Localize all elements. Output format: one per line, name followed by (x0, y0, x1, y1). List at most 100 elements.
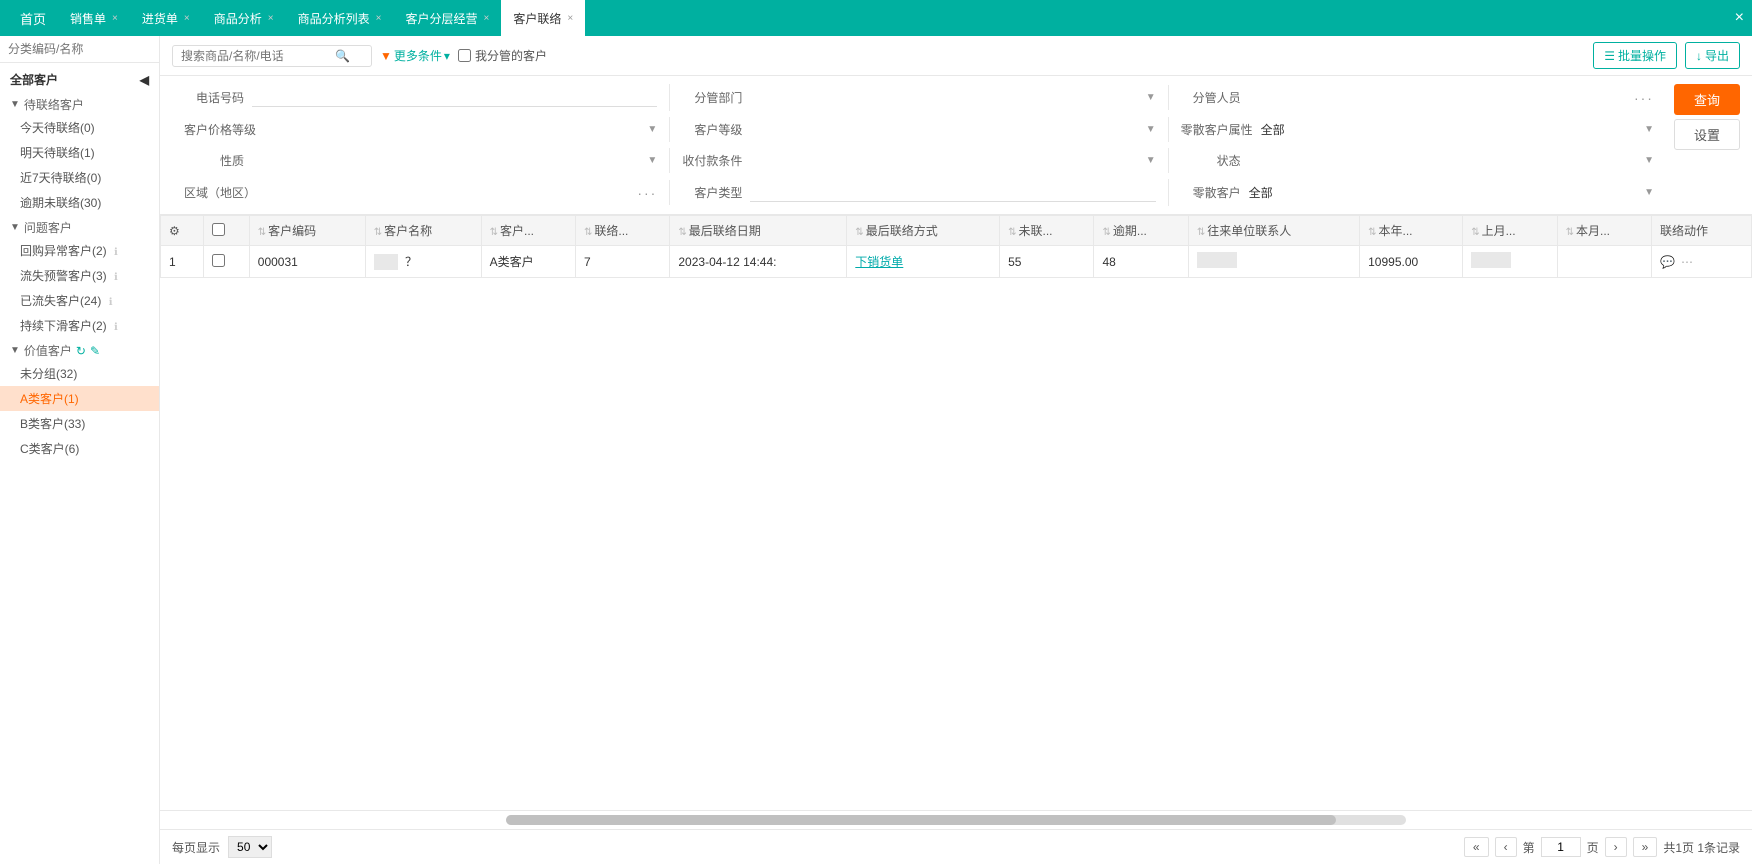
col-level[interactable]: ⇅客户... (481, 216, 575, 246)
close-icon[interactable]: × (567, 13, 573, 24)
close-icon[interactable]: × (268, 13, 274, 24)
sidebar-item-tomorrow[interactable]: 明天待联络(1) (0, 140, 159, 165)
col-checkbox[interactable] (203, 216, 249, 246)
close-all-button[interactable]: × (1735, 9, 1744, 27)
nav-tab-analysis-list[interactable]: 商品分析列表 × (286, 0, 394, 36)
all-customers-header[interactable]: 全部客户 ◀ (0, 63, 159, 92)
retail-customer-select[interactable]: 全部 ▼ (1249, 184, 1654, 201)
sidebar-item-c-class[interactable]: C类客户(6) (0, 436, 159, 461)
triangle-icon: ▼ (10, 99, 20, 110)
nav-home[interactable]: 首页 (8, 9, 58, 28)
page-number-input[interactable] (1541, 837, 1581, 857)
cell-last-method[interactable]: 下销货单 (847, 246, 1000, 278)
select-all-checkbox[interactable] (212, 223, 225, 236)
price-level-select[interactable]: ▼ (264, 124, 657, 135)
sidebar-search-input[interactable] (8, 42, 160, 56)
sort-icon: ⇅ (1368, 227, 1376, 238)
region-select[interactable]: ··· (264, 185, 657, 201)
nav-tab-customer-contact[interactable]: 客户联络 × (501, 0, 585, 36)
col-this-year[interactable]: ⇅本年... (1360, 216, 1463, 246)
sidebar-item-b-class[interactable]: B类客户(33) (0, 411, 159, 436)
nav-tab-analysis[interactable]: 商品分析 × (202, 0, 286, 36)
col-no-contact[interactable]: ⇅未联... (1000, 216, 1094, 246)
export-button[interactable]: ↓ 导出 (1685, 42, 1740, 69)
chevron-down-icon: ▼ (1644, 124, 1654, 135)
cell-contact-person (1188, 246, 1359, 278)
sidebar-item-unclassified[interactable]: 未分组(32) (0, 361, 159, 386)
col-contact-count[interactable]: ⇅联络... (575, 216, 669, 246)
nav-tab-purchase[interactable]: 进货单 × (130, 0, 202, 36)
col-last-month[interactable]: ⇅上月... (1463, 216, 1557, 246)
col-contact-person[interactable]: ⇅往来单位联系人 (1188, 216, 1359, 246)
dept-select[interactable]: ▼ (750, 92, 1155, 103)
my-customers-filter[interactable]: 我分管的客户 (458, 47, 547, 64)
close-icon[interactable]: × (376, 13, 382, 24)
nature-select[interactable]: ▼ (252, 155, 657, 166)
close-icon[interactable]: × (112, 13, 118, 24)
horizontal-scrollbar[interactable] (160, 810, 1752, 829)
cell-no-contact: 55 (1000, 246, 1094, 278)
close-icon[interactable]: × (184, 13, 190, 24)
retail-attr-select[interactable]: 全部 ▼ (1261, 121, 1654, 138)
value-customers-group[interactable]: ▼ 价值客户 ↻ ✎ (0, 338, 159, 361)
sidebar-item-a-class[interactable]: A类客户(1) (0, 386, 159, 411)
col-last-date[interactable]: ⇅最后联络日期 (670, 216, 847, 246)
query-button[interactable]: 查询 (1674, 84, 1740, 115)
more-icon[interactable]: ⋯ (1681, 255, 1693, 269)
cell-checkbox[interactable] (203, 246, 249, 278)
close-icon[interactable]: × (483, 13, 489, 24)
customer-level-select[interactable]: ▼ (750, 124, 1155, 135)
status-select[interactable]: ▼ (1249, 155, 1654, 166)
last-page-button[interactable]: » (1633, 837, 1658, 857)
col-last-method[interactable]: ⇅最后联络方式 (847, 216, 1000, 246)
sidebar-item-7days[interactable]: 近7天待联络(0) (0, 165, 159, 190)
customer-type-input[interactable] (750, 183, 1155, 202)
person-select[interactable]: ··· (1249, 90, 1654, 106)
more-filters-button[interactable]: ▼ 更多条件 ▾ (380, 47, 450, 64)
problem-customers-group[interactable]: ▼ 问题客户 (0, 215, 159, 238)
sidebar-item-declining[interactable]: 持续下滑客户(2) ℹ (0, 313, 159, 338)
scrollbar-thumb[interactable] (506, 815, 1336, 825)
chevron-down-icon: ▼ (1644, 155, 1654, 166)
setting-button[interactable]: 设置 (1674, 119, 1740, 150)
filter-row-1: 电话号码 分管部门 ▼ 分管人员 (172, 84, 1666, 111)
collapse-icon[interactable]: ◀ (140, 73, 149, 87)
export-icon: ↓ (1696, 49, 1702, 63)
refresh-icon[interactable]: ↻ (76, 344, 86, 358)
phone-input[interactable] (252, 88, 657, 107)
sidebar-item-churn-warning[interactable]: 流失预警客户(3) ℹ (0, 263, 159, 288)
col-overdue[interactable]: ⇅逾期... (1094, 216, 1188, 246)
row-checkbox[interactable] (212, 254, 225, 267)
sidebar-item-today[interactable]: 今天待联络(0) (0, 115, 159, 140)
sidebar-item-overdue[interactable]: 逾期未联络(30) (0, 190, 159, 215)
per-page-select[interactable]: 50 (228, 836, 272, 858)
search-input[interactable] (181, 49, 331, 63)
scrollbar-track[interactable] (506, 815, 1406, 825)
col-this-month[interactable]: ⇅本月... (1557, 216, 1651, 246)
filter-row-2: 客户价格等级 ▼ 客户等级 ▼ (172, 117, 1666, 142)
name-tag (374, 254, 398, 270)
search-box: 🔍 (172, 45, 372, 67)
prev-page-button[interactable]: ‹ (1495, 837, 1517, 857)
sidebar-item-churned[interactable]: 已流失客户(24) ℹ (0, 288, 159, 313)
next-page-button[interactable]: › (1605, 837, 1627, 857)
col-code[interactable]: ⇅客户编码 (249, 216, 365, 246)
payment-select[interactable]: ▼ (750, 155, 1155, 166)
cell-actions: 💬 ⋯ (1651, 246, 1751, 278)
nav-tab-customer-segment[interactable]: 客户分层经营 × (393, 0, 501, 36)
col-settings[interactable]: ⚙ (161, 216, 204, 246)
nav-tab-sales[interactable]: 销售单 × (58, 0, 130, 36)
per-page-label: 每页显示 (172, 839, 220, 856)
last-method-link[interactable]: 下销货单 (855, 255, 903, 269)
sidebar-item-repurchase-abnormal[interactable]: 回购异常客户(2) ℹ (0, 238, 159, 263)
pending-contact-group[interactable]: ▼ 待联络客户 (0, 92, 159, 115)
first-page-button[interactable]: « (1464, 837, 1489, 857)
edit-icon[interactable]: ✎ (90, 344, 100, 358)
batch-ops-button[interactable]: ☰ 批量操作 (1593, 42, 1677, 69)
chat-icon[interactable]: 💬 (1660, 255, 1675, 269)
col-name[interactable]: ⇅客户名称 (365, 216, 481, 246)
filter-bar: 🔍 ▼ 更多条件 ▾ 我分管的客户 ☰ 批量操作 ↓ 导出 (160, 36, 1752, 76)
filter-nature: 性质 ▼ (172, 148, 670, 173)
my-customers-checkbox[interactable] (458, 49, 471, 62)
search-icon[interactable]: 🔍 (335, 49, 350, 63)
